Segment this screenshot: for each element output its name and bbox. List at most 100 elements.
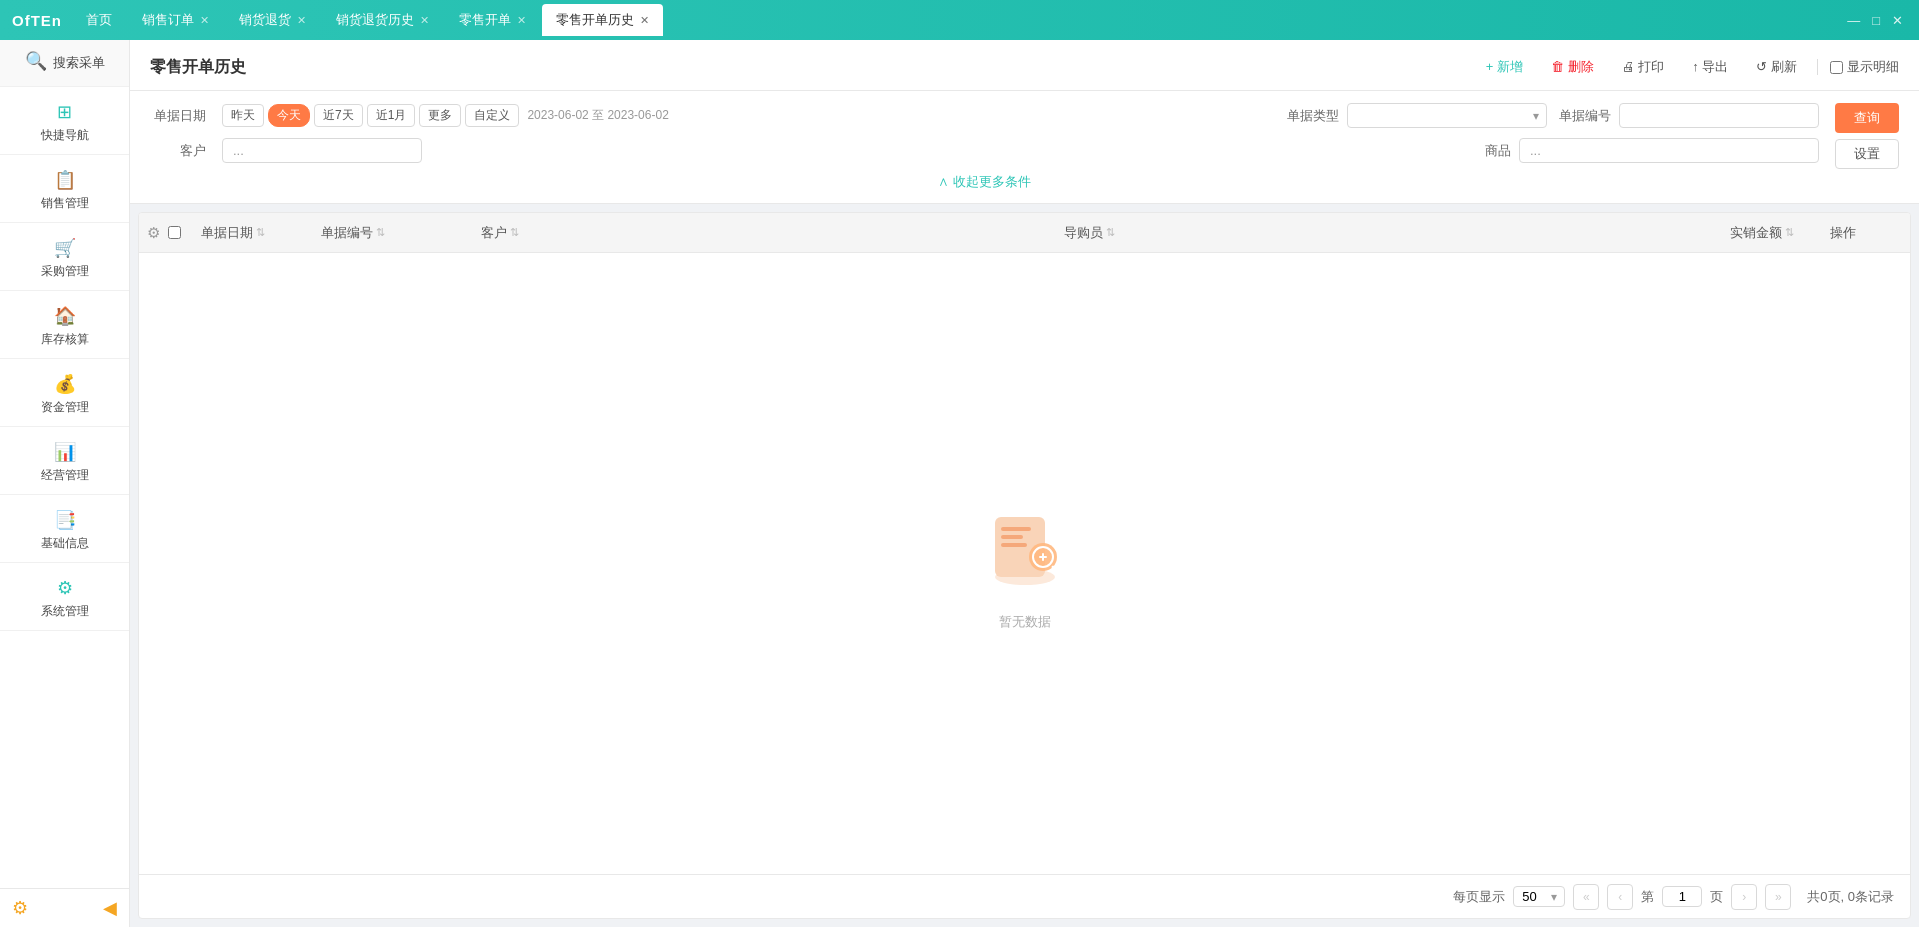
select-all-checkbox[interactable] — [168, 226, 181, 239]
tab-home[interactable]: 首页 — [72, 4, 126, 36]
col-num-label: 单据编号 — [321, 224, 373, 242]
tab-sales-return-history-close[interactable]: ✕ — [420, 14, 429, 27]
tab-sales-return-close[interactable]: ✕ — [297, 14, 306, 27]
search-button[interactable]: 查询 — [1835, 103, 1899, 133]
date-btn-custom[interactable]: 自定义 — [465, 104, 519, 127]
sidebar-item-finance-label: 资金管理 — [41, 399, 89, 416]
tab-retail-history-label: 零售开单历史 — [556, 11, 634, 29]
doc-no-label: 单据编号 — [1555, 107, 1611, 125]
toolbar-divider — [1817, 59, 1818, 75]
date-btn-yesterday[interactable]: 昨天 — [222, 104, 264, 127]
first-page-btn[interactable]: « — [1573, 884, 1599, 910]
export-button[interactable]: ↑ 导出 — [1684, 54, 1736, 80]
add-button[interactable]: + 新增 — [1478, 54, 1531, 80]
purchase-mgmt-icon: 🛒 — [54, 237, 76, 259]
sales-mgmt-icon: 📋 — [54, 169, 76, 191]
customer-input[interactable]: ... — [222, 138, 422, 163]
filter-row-customer: 客户 ... 商品 ... — [150, 138, 1819, 163]
col-guide-label: 导购员 — [1064, 224, 1103, 242]
page-label: 第 — [1641, 888, 1654, 906]
date-btn-1month[interactable]: 近1月 — [367, 104, 416, 127]
show-detail-label: 显示明细 — [1847, 58, 1899, 76]
sidebar-item-quick-nav[interactable]: ⊞ 快捷导航 — [0, 87, 129, 155]
date-btn-today[interactable]: 今天 — [268, 104, 310, 127]
col-header-amount[interactable]: 实销金额 ⇅ — [1722, 224, 1822, 242]
sidebar-search-label: 搜索采单 — [53, 54, 105, 72]
content-area: 零售开单历史 + 新增 🗑 删除 🖨 打印 ↑ 导出 ↺ 刷新 显示明细 单据日… — [130, 40, 1919, 927]
date-btn-more[interactable]: 更多 — [419, 104, 461, 127]
max-icon[interactable]: □ — [1872, 13, 1880, 28]
date-range-display: 2023-06-02 至 2023-06-02 — [527, 107, 668, 124]
svg-rect-3 — [1001, 535, 1023, 539]
svg-line-7 — [1053, 567, 1061, 575]
sidebar-item-inventory[interactable]: 🏠 库存核算 — [0, 291, 129, 359]
tab-retail-order-label: 零售开单 — [459, 11, 511, 29]
delete-button[interactable]: 🗑 删除 — [1543, 54, 1602, 80]
collapse-btn[interactable]: ∧ 收起更多条件 — [938, 173, 1031, 191]
sidebar: 🔍 搜索采单 ⊞ 快捷导航 📋 销售管理 🛒 采购管理 🏠 库存核算 💰 资金管… — [0, 40, 130, 927]
col-date-label: 单据日期 — [201, 224, 253, 242]
finance-icon: 💰 — [54, 373, 76, 395]
goods-label: 商品 — [1455, 142, 1511, 160]
date-label: 单据日期 — [150, 107, 206, 125]
show-detail-check[interactable]: 显示明细 — [1830, 58, 1899, 76]
tab-retail-order[interactable]: 零售开单 ✕ — [445, 4, 540, 36]
settings-icon[interactable]: ⚙ — [12, 897, 28, 919]
col-header-customer[interactable]: 客户 ⇅ — [473, 224, 1056, 242]
tab-sales-return[interactable]: 销货退货 ✕ — [225, 4, 320, 36]
per-page-label: 每页显示 — [1453, 888, 1505, 906]
window-actions: — □ ✕ — [1847, 13, 1911, 28]
prev-page-btn[interactable]: ‹ — [1607, 884, 1633, 910]
close-window-icon[interactable]: ✕ — [1892, 13, 1903, 28]
sidebar-item-base-info[interactable]: 📑 基础信息 — [0, 495, 129, 563]
sys-mgmt-icon: ⚙ — [57, 577, 73, 599]
table-area: ⚙ 单据日期 ⇅ 单据编号 ⇅ 客户 ⇅ 导购员 ⇅ — [138, 212, 1911, 919]
sidebar-item-purchase-mgmt-label: 采购管理 — [41, 263, 89, 280]
settings-button[interactable]: 设置 — [1835, 139, 1899, 169]
sidebar-search[interactable]: 🔍 搜索采单 — [0, 40, 129, 87]
sidebar-item-sys-mgmt[interactable]: ⚙ 系统管理 — [0, 563, 129, 631]
tab-retail-order-close[interactable]: ✕ — [517, 14, 526, 27]
min-icon[interactable]: — — [1847, 13, 1860, 28]
sidebar-item-quick-nav-label: 快捷导航 — [41, 127, 89, 144]
sidebar-item-purchase-mgmt[interactable]: 🛒 采购管理 — [0, 223, 129, 291]
inventory-icon: 🏠 — [54, 305, 76, 327]
tab-sales-order-close[interactable]: ✕ — [200, 14, 209, 27]
tab-sales-return-history[interactable]: 销货退货历史 ✕ — [322, 4, 443, 36]
per-page-select-wrapper: 10 20 50 100 — [1513, 886, 1565, 907]
goods-input[interactable]: ... — [1519, 138, 1819, 163]
tab-retail-history-close[interactable]: ✕ — [640, 14, 649, 27]
sidebar-item-sales-mgmt[interactable]: 📋 销售管理 — [0, 155, 129, 223]
filter-row-date: 单据日期 昨天 今天 近7天 近1月 更多 自定义 2023-06-02 至 2… — [150, 103, 1819, 128]
doc-no-input[interactable] — [1619, 103, 1819, 128]
col-header-guide[interactable]: 导购员 ⇅ — [1056, 224, 1156, 242]
last-page-btn[interactable]: » — [1765, 884, 1791, 910]
col-header-ops: 操作 — [1822, 224, 1902, 242]
col-header-num[interactable]: 单据编号 ⇅ — [313, 224, 473, 242]
per-page-select[interactable]: 10 20 50 100 — [1513, 886, 1565, 907]
top-bar: OfTEn 首页 销售订单 ✕ 销货退货 ✕ 销货退货历史 ✕ 零售开单 ✕ 零… — [0, 0, 1919, 40]
show-detail-checkbox[interactable] — [1830, 61, 1843, 74]
doc-type-select[interactable] — [1347, 103, 1547, 128]
tab-sales-order-label: 销售订单 — [142, 11, 194, 29]
quick-nav-icon: ⊞ — [57, 101, 72, 123]
tab-sales-order[interactable]: 销售订单 ✕ — [128, 4, 223, 36]
refresh-button[interactable]: ↺ 刷新 — [1748, 54, 1805, 80]
col-header-date[interactable]: 单据日期 ⇅ — [193, 224, 313, 242]
next-page-btn[interactable]: › — [1731, 884, 1757, 910]
sidebar-item-operations[interactable]: 📊 经营管理 — [0, 427, 129, 495]
date-btn-7days[interactable]: 近7天 — [314, 104, 363, 127]
column-settings-icon[interactable]: ⚙ — [147, 224, 160, 242]
sidebar-item-finance[interactable]: 💰 资金管理 — [0, 359, 129, 427]
sidebar-footer: ⚙ ◀ — [0, 888, 129, 927]
tab-sales-return-label: 销货退货 — [239, 11, 291, 29]
print-button[interactable]: 🖨 打印 — [1614, 54, 1673, 80]
collapse-icon[interactable]: ◀ — [103, 897, 117, 919]
tab-home-label: 首页 — [86, 11, 112, 29]
filter-area: 单据日期 昨天 今天 近7天 近1月 更多 自定义 2023-06-02 至 2… — [130, 91, 1919, 204]
page-total: 共0页, 0条记录 — [1807, 888, 1894, 906]
empty-text: 暂无数据 — [999, 613, 1051, 631]
tab-retail-history[interactable]: 零售开单历史 ✕ — [542, 4, 663, 36]
col-ops-label: 操作 — [1830, 224, 1856, 242]
page-input[interactable] — [1662, 886, 1702, 907]
